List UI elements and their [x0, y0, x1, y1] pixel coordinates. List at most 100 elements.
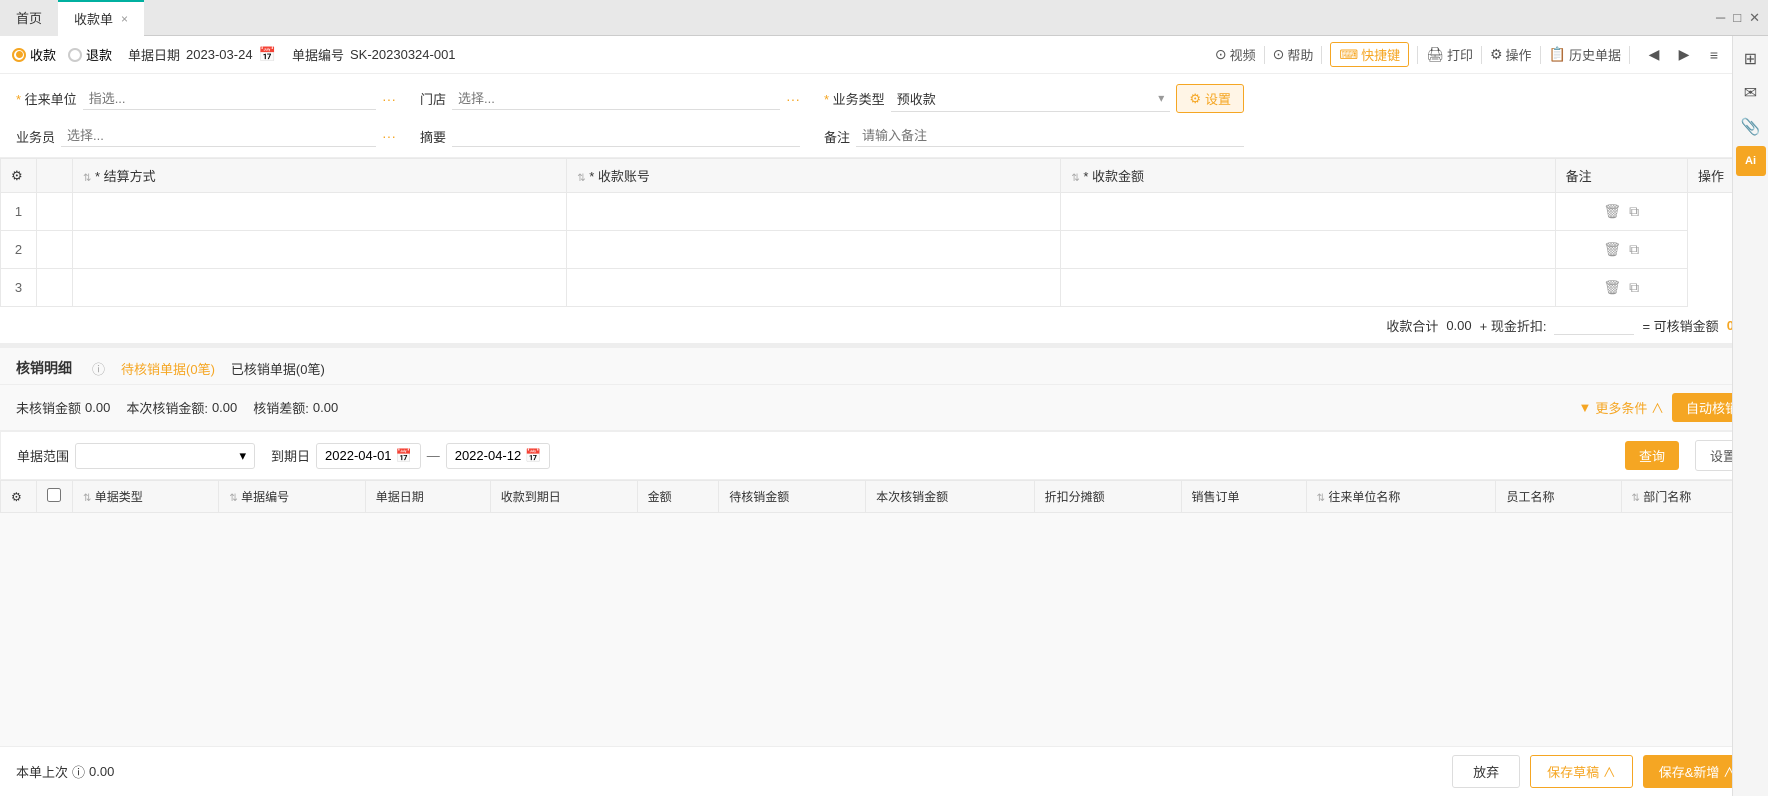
counterparty-ellipsis[interactable]: ··· [382, 91, 396, 107]
ai-text: Ai [1745, 155, 1756, 167]
diff-label: 核销差额: [253, 398, 309, 417]
right-sidebar: ⊞ ✉ 📎 Ai [1732, 36, 1768, 796]
history-btn[interactable]: 📋 历史单据 [1549, 45, 1621, 64]
print-icon: 🖨 [1426, 46, 1444, 63]
salesperson-input[interactable] [61, 125, 376, 147]
sidebar-mail-icon[interactable]: ✉ [1736, 78, 1766, 108]
sidebar-table-icon[interactable]: ⊞ [1736, 44, 1766, 74]
form-row-2: 业务员 ··· 摘要 备注 [16, 125, 1752, 147]
row-3-settlement-input[interactable] [37, 269, 72, 306]
date-from-picker[interactable]: 2022-04-01 📅 [316, 443, 421, 469]
settings-label: 设置 [1205, 89, 1231, 108]
abandon-btn[interactable]: 放弃 [1452, 755, 1520, 788]
tab-bar: 首页 收款单 × ─ □ ✕ [0, 0, 1768, 36]
list-icon[interactable]: ≡ [1702, 43, 1726, 67]
rcol-counterparty: ⇅ 往来单位名称 [1306, 481, 1496, 513]
next-icon[interactable]: ▶ [1672, 43, 1696, 67]
save-draft-btn[interactable]: 保存草稿 ∧ [1530, 755, 1633, 788]
row-1-copy-icon[interactable]: ⧉ [1629, 203, 1639, 220]
counterparty-input[interactable] [83, 88, 376, 110]
diff-stat: 核销差额: 0.00 [253, 398, 338, 417]
row-1-account-input[interactable] [73, 193, 566, 230]
salesperson-label: 业务员 [16, 127, 55, 146]
settings-button[interactable]: ⚙ 设置 [1176, 84, 1244, 113]
row-3-amount-input[interactable] [567, 269, 1060, 306]
video-btn[interactable]: ⊙ 视频 [1215, 45, 1256, 64]
filter-bar: 单据范围 ▾ 到期日 2022-04-01 📅 — 2022-04-12 📅 查 [0, 431, 1768, 480]
minimize-icon[interactable]: ─ [1716, 10, 1725, 25]
row-2-settlement-input[interactable] [37, 231, 72, 268]
range-chevron: ▾ [239, 448, 246, 464]
form-area: * 往来单位 ··· 门店 ··· * 业务类型 预收款 ▾ ⚙ [0, 74, 1768, 158]
select-all-checkbox[interactable] [47, 488, 61, 502]
tab-receipt[interactable]: 收款单 × [58, 0, 144, 36]
shop-ellipsis[interactable]: ··· [786, 91, 800, 107]
discount-input[interactable] [1554, 315, 1634, 335]
refund-radio[interactable]: 退款 [68, 45, 112, 64]
tab-home[interactable]: 首页 [0, 0, 58, 36]
row-3-notes-input[interactable] [1061, 269, 1554, 306]
rcol-number: ⇅ 单据编号 [219, 481, 365, 513]
summary-row: 收款合计 0.00 + 现金折扣: = 可核销金额 0.00 [0, 307, 1768, 344]
row-2-copy-icon[interactable]: ⧉ [1629, 241, 1639, 258]
row-1-amount-input[interactable] [567, 193, 1060, 230]
salesperson-ellipsis[interactable]: ··· [382, 128, 396, 144]
col-header-settings[interactable]: ⚙ [1, 159, 37, 193]
tab-close-icon[interactable]: × [121, 12, 128, 26]
range-select[interactable]: ▾ [75, 443, 255, 469]
date-from-value: 2022-04-01 [325, 448, 392, 463]
summary-input[interactable] [452, 125, 800, 147]
current-reconcile-stat: 本次核销金额: 0.00 [126, 398, 237, 417]
divider3 [1417, 46, 1418, 64]
date-dash: — [427, 448, 440, 463]
close-window-icon[interactable]: ✕ [1749, 10, 1760, 26]
row-3-account-input[interactable] [73, 269, 566, 306]
date-label: 单据日期 [128, 45, 180, 64]
reconcile-info-icon[interactable]: ⓘ [92, 359, 105, 378]
shortcut-btn[interactable]: ⌨ 快捷键 [1330, 42, 1409, 67]
business-type-label: * 业务类型 [824, 89, 885, 108]
row-2-settlement-cell [37, 231, 73, 269]
rcol-settings[interactable]: ⚙ [1, 481, 37, 513]
receipt-radio[interactable]: 收款 [12, 45, 56, 64]
row-1-delete-icon[interactable]: 🗑 [1603, 203, 1621, 220]
sidebar-expand-icon[interactable]: Ai [1736, 146, 1766, 176]
shop-input[interactable] [452, 88, 780, 110]
maximize-icon[interactable]: □ [1733, 10, 1741, 25]
sidebar-clip-icon[interactable]: 📎 [1736, 112, 1766, 142]
row-2-amount-input[interactable] [567, 231, 1060, 268]
number-value: SK-20230324-001 [350, 47, 456, 62]
operations-icon: ⚙ [1490, 46, 1503, 63]
col-header-amount: ⇅ * 收款金额 [1061, 159, 1555, 193]
col-header-account: ⇅ * 收款账号 [567, 159, 1061, 193]
row-2-notes-input[interactable] [1061, 231, 1554, 268]
row-2-account-input[interactable] [73, 231, 566, 268]
reconcile-title: 核销明细 [16, 358, 72, 378]
more-conditions-btn[interactable]: ▼ 更多条件 ∧ [1578, 398, 1664, 417]
print-label: 打印 [1447, 45, 1473, 64]
row-2-delete-icon[interactable]: 🗑 [1603, 241, 1621, 258]
business-type-select[interactable]: 预收款 ▾ [891, 86, 1171, 112]
date-to-picker[interactable]: 2022-04-12 📅 [446, 443, 551, 469]
table-row: 2 🗑 ⧉ [1, 231, 1768, 269]
print-btn[interactable]: 🖨 打印 [1426, 45, 1473, 64]
row-1-settlement-input[interactable] [37, 193, 72, 230]
notes-input[interactable] [856, 125, 1244, 147]
row-1-notes-input[interactable] [1061, 193, 1554, 230]
col-header-settlement: ⇅ * 结算方式 [73, 159, 567, 193]
completed-tab[interactable]: 已核销单据(0笔) [231, 359, 325, 378]
operations-btn[interactable]: ⚙ 操作 [1490, 45, 1532, 64]
row-3-copy-icon[interactable]: ⧉ [1629, 279, 1639, 296]
total-label: 收款合计 [1386, 316, 1438, 335]
row-3-delete-icon[interactable]: 🗑 [1603, 279, 1621, 296]
row-2-amount-cell [567, 231, 1061, 269]
help-btn[interactable]: ⊙ 帮助 [1273, 45, 1314, 64]
date-picker-icon[interactable]: 📅 [259, 46, 276, 63]
pending-tab[interactable]: 待核销单据(0笔) [121, 359, 215, 378]
main-content: 收款 退款 单据日期 2023-03-24 📅 单据编号 SK-20230324… [0, 36, 1768, 796]
row-1-account-cell [73, 193, 567, 231]
prev-icon[interactable]: ◀ [1642, 43, 1666, 67]
query-btn[interactable]: 查询 [1625, 441, 1679, 470]
receipt-tab-label: 收款单 [74, 9, 113, 28]
unreconciled-label: 未核销金额 [16, 398, 81, 417]
